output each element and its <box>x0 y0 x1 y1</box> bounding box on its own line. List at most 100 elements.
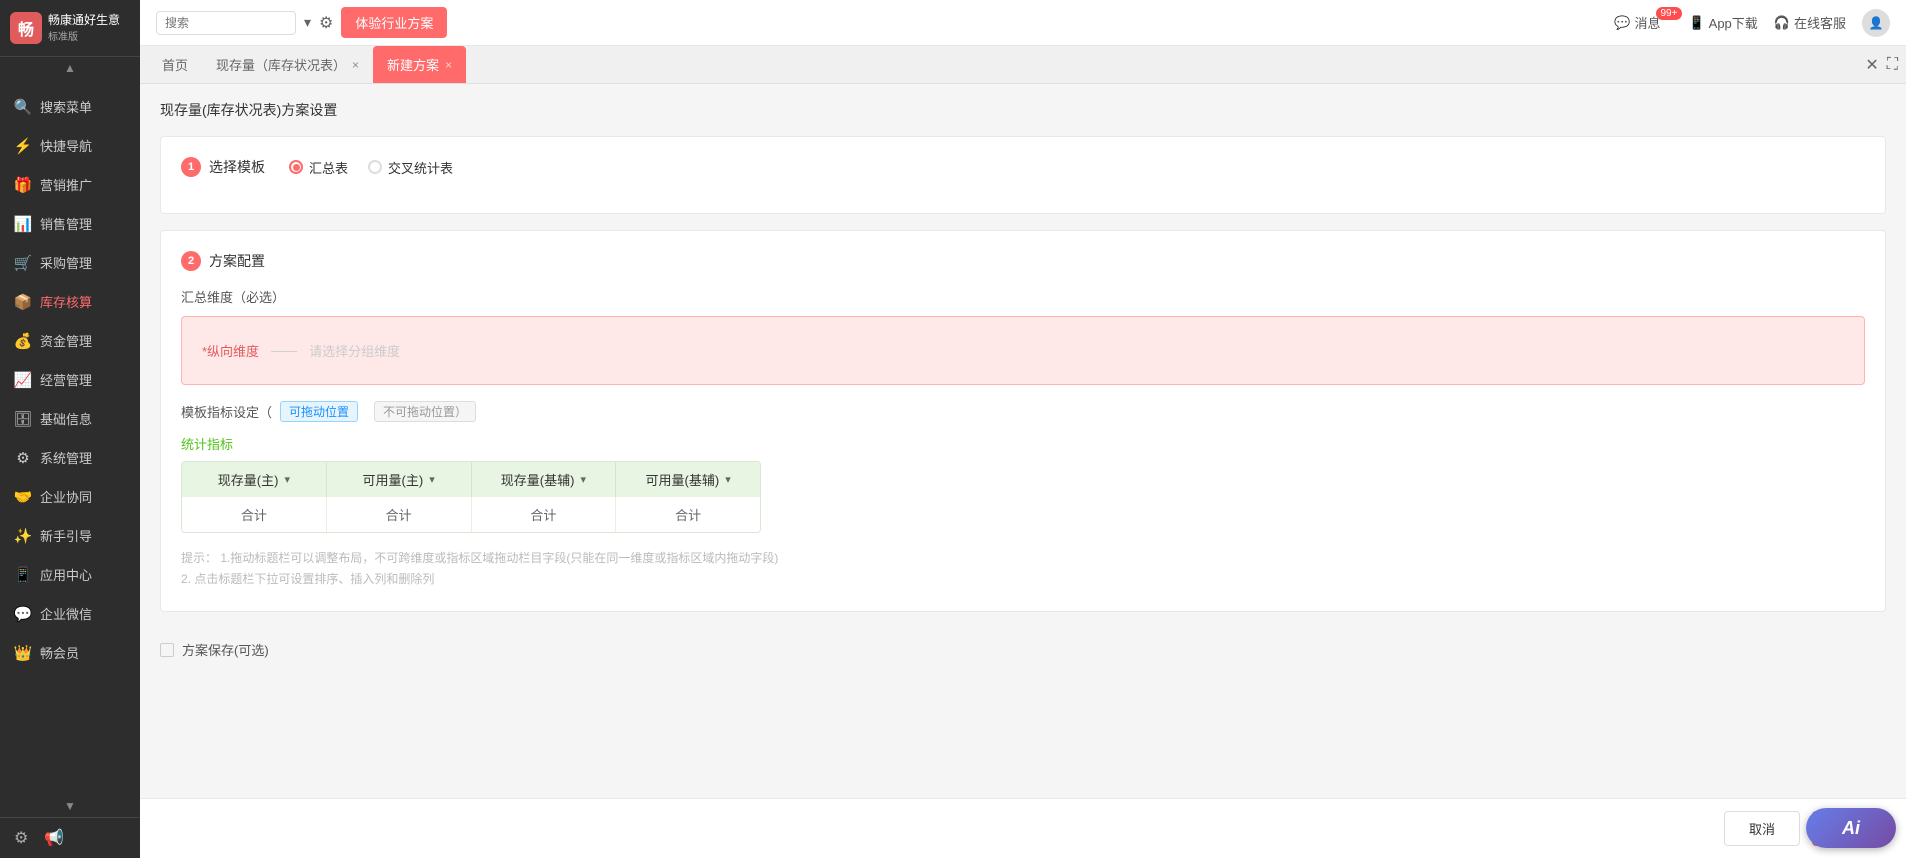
member-icon: 👑 <box>14 644 32 662</box>
tab-inventory-status[interactable]: 现存量（库存状况表） × <box>202 46 373 83</box>
sidebar-item-label: 采购管理 <box>40 253 92 272</box>
finance-icon: 💰 <box>14 332 32 350</box>
stats-cell-1: 合计 <box>327 497 472 532</box>
chevron-icon-3: ▾ <box>725 473 731 486</box>
summary-dimension-label: 汇总维度（必选） <box>181 287 1865 306</box>
tabs-bar: 首页 现存量（库存状况表） × 新建方案 × ✕ ⛶ <box>140 46 1906 84</box>
save-checkbox-label: 方案保存(可选) <box>182 640 269 659</box>
sidebar-item-label: 企业微信 <box>40 604 92 623</box>
tip-1: 提示： 1.拖动标题栏可以调整布局，不可跨维度或指标区域拖动栏目字段(只能在同一… <box>181 549 1865 566</box>
topbar-dropdown-btn[interactable]: ▾ <box>304 14 311 31</box>
sidebar-item-base-info[interactable]: 🗄 基础信息 <box>0 399 140 438</box>
stats-header-label-1: 可用量(主) <box>363 470 424 489</box>
sidebar-item-finance[interactable]: 💰 资金管理 <box>0 321 140 360</box>
stats-header-cell-1[interactable]: 可用量(主) ▾ <box>327 462 472 497</box>
main-area: ▾ ⚙ 体验行业方案 💬 消息 99+ 📱 App下载 🎧 在线客服 👤 <box>140 0 1906 858</box>
step1-header: 1 选择模板 汇总表 交叉统计表 <box>181 157 1865 177</box>
template-indicator-text: 模板指标设定（ <box>181 402 272 421</box>
sidebar-item-label: 营销推广 <box>40 175 92 194</box>
stats-table-data-row: 合计 合计 合计 合计 <box>182 497 760 532</box>
draggable-badge: 可拖动位置 <box>280 401 358 422</box>
stats-section-title: 统计指标 <box>181 434 1865 453</box>
sidebar-item-label: 销售管理 <box>40 214 92 233</box>
tab-home[interactable]: 首页 <box>148 46 202 83</box>
save-checkbox[interactable] <box>160 643 174 657</box>
message-badge: 99+ <box>1656 7 1683 20</box>
sidebar-nav: 🔍 搜索菜单 ⚡ 快捷导航 🎁 营销推广 📊 销售管理 🛒 采购管理 📦 库存核… <box>0 79 140 795</box>
radio-summary-label: 汇总表 <box>309 158 348 177</box>
sidebar-item-label: 经营管理 <box>40 370 92 389</box>
stats-header-cell-2[interactable]: 现存量(基辅) ▾ <box>472 462 617 497</box>
settings-icon[interactable]: ⚙ <box>14 828 28 848</box>
stats-header-cell-3[interactable]: 可用量(基辅) ▾ <box>616 462 760 497</box>
sidebar-item-purchase[interactable]: 🛒 采购管理 <box>0 243 140 282</box>
stats-cell-2: 合计 <box>472 497 617 532</box>
step2-header: 2 方案配置 <box>181 251 1865 271</box>
message-icon: 💬 <box>1614 15 1630 31</box>
app-icon: 📱 <box>1688 15 1704 31</box>
content-area: 现存量(库存状况表)方案设置 1 选择模板 汇总表 交叉统计表 <box>140 84 1906 798</box>
radio-cross-label: 交叉统计表 <box>388 158 453 177</box>
sidebar-item-newuser[interactable]: ✨ 新手引导 <box>0 516 140 555</box>
sidebar-item-label: 企业协同 <box>40 487 92 506</box>
sidebar-item-enterprise-wechat[interactable]: 💬 企业微信 <box>0 594 140 633</box>
tab-home-label: 首页 <box>162 55 188 74</box>
avatar[interactable]: 👤 <box>1862 9 1890 37</box>
tips-section: 提示： 1.拖动标题栏可以调整布局，不可跨维度或指标区域拖动栏目字段(只能在同一… <box>181 549 1865 587</box>
sidebar-item-app-center[interactable]: 📱 应用中心 <box>0 555 140 594</box>
stats-header-label-2: 现存量(基辅) <box>501 470 575 489</box>
search-icon: 🔍 <box>14 98 32 116</box>
sidebar-item-inventory[interactable]: 📦 库存核算 <box>0 282 140 321</box>
tab-new-plan-label: 新建方案 <box>387 55 439 74</box>
topbar-left: ▾ ⚙ 体验行业方案 <box>156 7 1602 38</box>
tab-minimize-btn[interactable]: ✕ <box>1865 55 1878 75</box>
topbar-app-download[interactable]: 📱 App下载 <box>1688 13 1757 32</box>
fixed-badge: 不可拖动位置） <box>374 401 476 422</box>
topbar-service[interactable]: 🎧 在线客服 <box>1774 13 1846 32</box>
sidebar-item-member[interactable]: 👑 畅会员 <box>0 633 140 672</box>
logo-text-block: 畅康通好生意 标准版 <box>48 13 120 44</box>
topbar-gear-icon[interactable]: ⚙ <box>319 13 333 33</box>
purchase-icon: 🛒 <box>14 254 32 272</box>
cancel-button[interactable]: 取消 <box>1724 811 1800 846</box>
dimension-placeholder: 请选择分组维度 <box>309 341 400 360</box>
sidebar-item-system[interactable]: ⚙ 系统管理 <box>0 438 140 477</box>
sidebar-item-management[interactable]: 📈 经营管理 <box>0 360 140 399</box>
sidebar-item-enterprise-collab[interactable]: 🤝 企业协同 <box>0 477 140 516</box>
tab-inventory-close[interactable]: × <box>352 58 359 72</box>
step2-badge: 2 <box>181 251 201 271</box>
scroll-down[interactable]: ▼ <box>0 795 140 817</box>
base-info-icon: 🗄 <box>14 410 32 428</box>
radio-cross-circle <box>368 160 382 174</box>
stats-table: 现存量(主) ▾ 可用量(主) ▾ 现存量(基辅) ▾ 可用量(基辅) <box>181 461 761 533</box>
radio-summary-table[interactable]: 汇总表 <box>289 158 348 177</box>
sidebar-item-label: 系统管理 <box>40 448 92 467</box>
step2-section: 2 方案配置 汇总维度（必选） *纵向维度 —— 请选择分组维度 模板指标设定（… <box>160 230 1886 612</box>
sidebar-item-search[interactable]: 🔍 搜索菜单 <box>0 87 140 126</box>
tab-new-plan[interactable]: 新建方案 × <box>373 46 466 83</box>
stats-header-cell-0[interactable]: 现存量(主) ▾ <box>182 462 327 497</box>
sidebar-item-marketing[interactable]: 🎁 营销推广 <box>0 165 140 204</box>
sidebar: 畅 畅康通好生意 标准版 ▲ 🔍 搜索菜单 ⚡ 快捷导航 🎁 营销推广 📊 销售… <box>0 0 140 858</box>
tip-2-text: 2. 点击标题栏下拉可设置排序、插入列和删除列 <box>181 572 434 586</box>
tabs-actions: ✕ ⛶ <box>1865 55 1898 75</box>
sales-icon: 📊 <box>14 215 32 233</box>
stats-cell-3: 合计 <box>616 497 760 532</box>
speaker-icon[interactable]: 📢 <box>44 828 64 848</box>
topbar-message[interactable]: 💬 消息 99+ <box>1614 13 1672 32</box>
sidebar-item-label: 新手引导 <box>40 526 92 545</box>
scroll-up[interactable]: ▲ <box>0 57 140 79</box>
tab-new-plan-close[interactable]: × <box>445 58 452 72</box>
topbar-search-input[interactable] <box>156 11 296 35</box>
sidebar-item-sales[interactable]: 📊 销售管理 <box>0 204 140 243</box>
ai-fab-button[interactable]: Ai <box>1806 808 1896 848</box>
quicknav-icon: ⚡ <box>14 137 32 155</box>
stats-cell-0: 合计 <box>182 497 327 532</box>
trial-button[interactable]: 体验行业方案 <box>341 7 447 38</box>
radio-cross-table[interactable]: 交叉统计表 <box>368 158 453 177</box>
sidebar-logo: 畅 畅康通好生意 标准版 <box>0 0 140 57</box>
tab-expand-btn[interactable]: ⛶ <box>1887 55 1898 75</box>
dimension-row: *纵向维度 —— 请选择分组维度 <box>202 341 1844 360</box>
sidebar-item-quicknav[interactable]: ⚡ 快捷导航 <box>0 126 140 165</box>
dimension-area[interactable]: *纵向维度 —— 请选择分组维度 <box>181 316 1865 385</box>
